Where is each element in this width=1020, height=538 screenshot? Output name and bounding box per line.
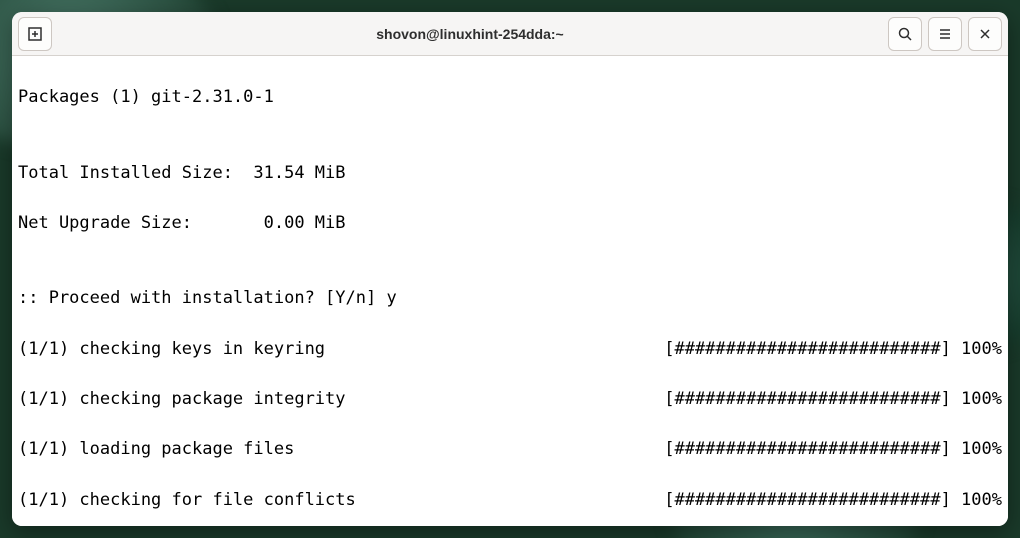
- search-icon: [897, 26, 913, 42]
- progress-bar: [##########################] 100%: [664, 437, 1002, 462]
- titlebar: shovon@linuxhint-254dda:~: [12, 12, 1008, 56]
- output-line: :: Proceed with installation? [Y/n] y: [18, 286, 1002, 311]
- progress-label: (1/1) checking package integrity: [18, 387, 346, 412]
- output-line: Total Installed Size: 31.54 MiB: [18, 161, 1002, 186]
- terminal-window: shovon@linuxhint-254dda:~ Packages (1) g…: [12, 12, 1008, 526]
- new-tab-button[interactable]: [18, 17, 52, 51]
- progress-row: (1/1) checking keys in keyring [#########…: [18, 337, 1002, 362]
- terminal-output[interactable]: Packages (1) git-2.31.0-1 Total Installe…: [12, 56, 1008, 526]
- progress-label: (1/1) checking for file conflicts: [18, 488, 356, 513]
- close-icon: [977, 26, 993, 42]
- progress-label: (1/1) checking keys in keyring: [18, 337, 325, 362]
- close-button[interactable]: [968, 17, 1002, 51]
- hamburger-icon: [937, 26, 953, 42]
- window-title: shovon@linuxhint-254dda:~: [52, 26, 888, 42]
- new-tab-icon: [27, 26, 43, 42]
- menu-button[interactable]: [928, 17, 962, 51]
- progress-row: (1/1) loading package files [############…: [18, 437, 1002, 462]
- progress-row: (1/1) checking package integrity [#######…: [18, 387, 1002, 412]
- output-line: Net Upgrade Size: 0.00 MiB: [18, 211, 1002, 236]
- output-line: Packages (1) git-2.31.0-1: [18, 85, 1002, 110]
- progress-label: (1/1) loading package files: [18, 437, 294, 462]
- progress-bar: [##########################] 100%: [664, 387, 1002, 412]
- progress-bar: [##########################] 100%: [664, 337, 1002, 362]
- progress-row: (1/1) checking for file conflicts [######…: [18, 488, 1002, 513]
- search-button[interactable]: [888, 17, 922, 51]
- progress-bar: [##########################] 100%: [664, 488, 1002, 513]
